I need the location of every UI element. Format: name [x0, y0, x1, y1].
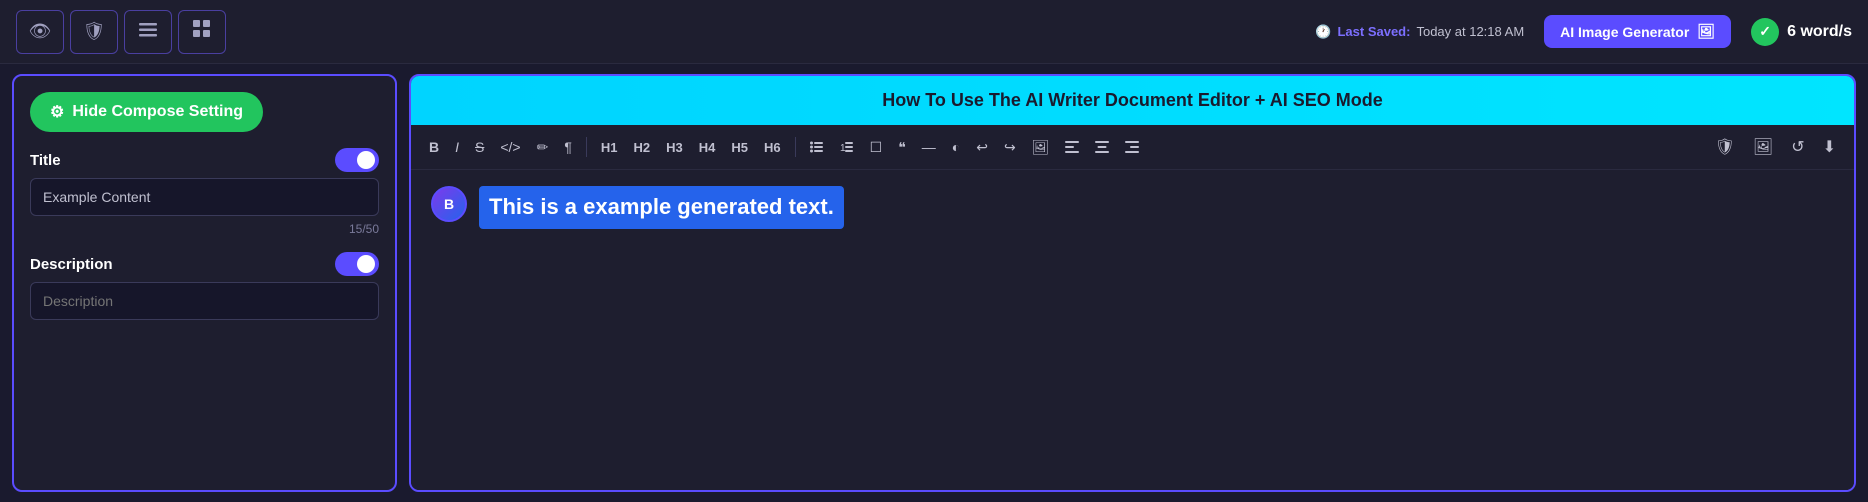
title-field-row: Title 15/50 [30, 148, 379, 236]
last-saved-value: Today at 12:18 AM [1416, 24, 1524, 39]
check-icon: ✓ [1751, 18, 1779, 46]
history-btn[interactable]: ↺ [1785, 133, 1810, 161]
title-char-count: 15/50 [30, 222, 379, 236]
undo-btn[interactable]: ↩ [970, 135, 994, 160]
main-content: ⚙ Hide Compose Setting Title 15/50 Descr… [0, 64, 1868, 502]
title-input[interactable] [30, 178, 379, 216]
list-icon [139, 21, 157, 42]
pen-btn[interactable]: ✏ [531, 135, 555, 160]
h3-btn[interactable]: H3 [660, 136, 689, 159]
h6-btn[interactable]: H6 [758, 136, 787, 159]
hide-compose-label: Hide Compose Setting [72, 103, 243, 121]
shield-icon-btn[interactable]: 🛡 [70, 10, 118, 54]
description-label-row: Description [30, 252, 379, 276]
download-btn[interactable]: ⬇ [1817, 133, 1842, 161]
grid-icon [193, 20, 211, 43]
ai-image-label: AI Image Generator [1560, 24, 1689, 40]
bold-btn[interactable]: B [423, 135, 445, 159]
list-icon-btn[interactable] [124, 10, 172, 54]
image-icon: 🖼 [1697, 23, 1715, 40]
hr-btn[interactable]: — [916, 135, 942, 159]
strikethrough-btn[interactable]: S [469, 135, 490, 159]
title-label: Title [30, 152, 61, 169]
avatar: B [431, 186, 467, 222]
h5-btn[interactable]: H5 [725, 136, 754, 159]
toolbar-icon-group: 👁 🛡 [16, 10, 226, 54]
ordered-list-btn[interactable]: 1. [834, 137, 860, 157]
clock-icon: 🕐 [1315, 24, 1331, 40]
code-btn[interactable]: </> [494, 135, 526, 159]
gallery-btn[interactable]: 🖼 [1747, 133, 1779, 161]
avatar-letter: B [444, 196, 454, 212]
right-editor: How To Use The AI Writer Document Editor… [409, 74, 1856, 492]
align-center-btn[interactable] [1089, 137, 1115, 157]
shield-editor-btn[interactable]: 🛡 [1709, 133, 1741, 161]
doc-title: How To Use The AI Writer Document Editor… [882, 90, 1383, 110]
eye-icon: 👁 [29, 21, 52, 42]
bullet-list-btn[interactable] [804, 137, 830, 157]
h1-btn[interactable]: H1 [595, 136, 624, 159]
blockquote-btn[interactable]: ❝ [892, 135, 912, 160]
shield-icon: 🛡 [83, 21, 106, 42]
last-saved-label: Last Saved: [1337, 24, 1410, 39]
eye-icon-btn[interactable]: 👁 [16, 10, 64, 54]
h4-btn[interactable]: H4 [693, 136, 722, 159]
top-bar-right: 🕐 Last Saved: Today at 12:18 AM AI Image… [1315, 15, 1852, 48]
divider-1 [586, 137, 587, 157]
description-label: Description [30, 256, 113, 273]
divider-2 [795, 137, 796, 157]
title-label-row: Title [30, 148, 379, 172]
redo-btn[interactable]: ↪ [998, 135, 1022, 160]
word-speed-value: 6 word/s [1787, 23, 1852, 41]
hide-compose-button[interactable]: ⚙ Hide Compose Setting [30, 92, 263, 132]
settings-icon: ⚙ [50, 102, 64, 122]
last-saved: 🕐 Last Saved: Today at 12:18 AM [1315, 24, 1524, 40]
description-input[interactable] [30, 282, 379, 320]
editor-toolbar: B I S </> ✏ ¶ H1 H2 H3 H4 H5 H6 1. [411, 125, 1854, 170]
image-insert-btn[interactable]: 🖼 [1026, 135, 1056, 160]
editor-content: B This is a example generated text. [411, 170, 1854, 490]
description-toggle[interactable] [335, 252, 379, 276]
editor-toolbar-right: 🛡 🖼 ↺ ⬇ [1709, 133, 1842, 161]
title-toggle[interactable] [335, 148, 379, 172]
highlight-btn[interactable]: ◐ [946, 135, 966, 159]
align-left-btn[interactable] [1059, 137, 1085, 157]
left-panel: ⚙ Hide Compose Setting Title 15/50 Descr… [12, 74, 397, 492]
doc-title-bar: How To Use The AI Writer Document Editor… [411, 76, 1854, 125]
grid-icon-btn[interactable] [178, 10, 226, 54]
top-bar: 👁 🛡 [0, 0, 1868, 64]
editor-area: B I S </> ✏ ¶ H1 H2 H3 H4 H5 H6 1. [411, 125, 1854, 490]
italic-btn[interactable]: I [449, 135, 465, 159]
ai-image-generator-button[interactable]: AI Image Generator 🖼 [1544, 15, 1731, 48]
description-field-row: Description [30, 252, 379, 320]
paragraph-btn[interactable]: ¶ [558, 135, 578, 159]
align-right-btn[interactable] [1119, 137, 1145, 157]
block-btn[interactable]: ☐ [864, 135, 889, 160]
word-speed-indicator: ✓ 6 word/s [1751, 18, 1852, 46]
generated-text[interactable]: This is a example generated text. [479, 186, 844, 229]
h2-btn[interactable]: H2 [628, 136, 657, 159]
